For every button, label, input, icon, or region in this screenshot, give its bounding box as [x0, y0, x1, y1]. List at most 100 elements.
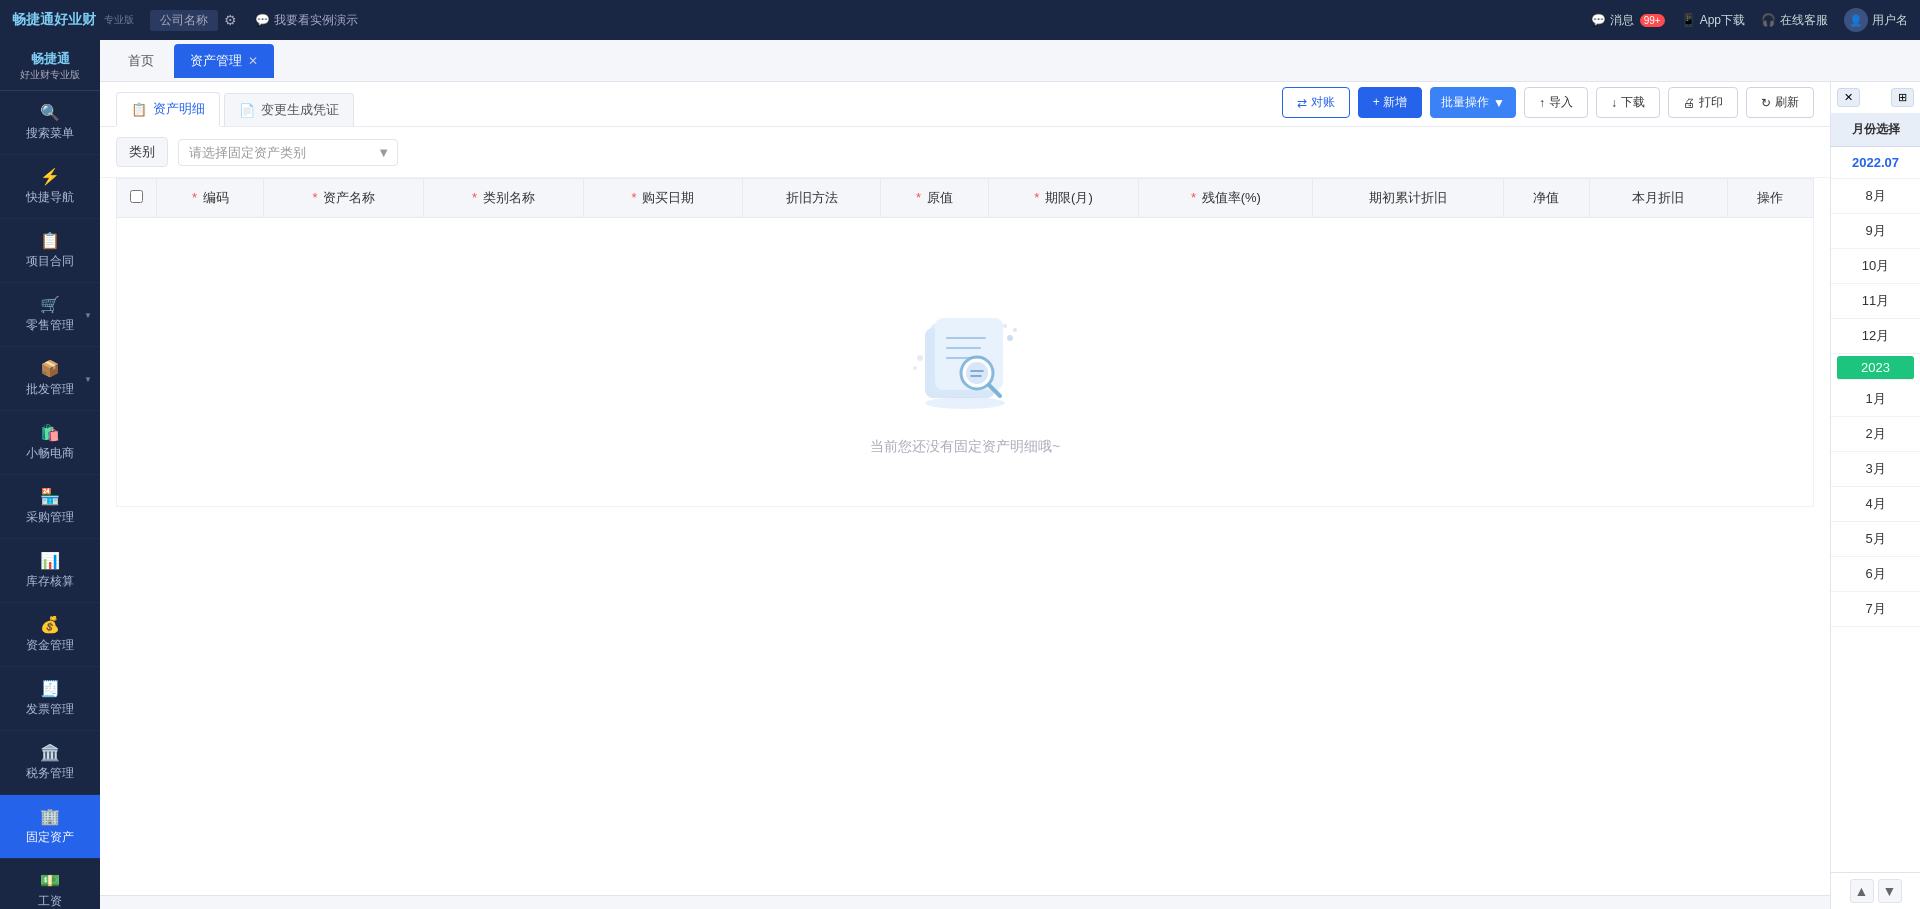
- asset-detail-icon: 📋: [131, 102, 147, 117]
- import-icon: ↑: [1539, 96, 1545, 110]
- main-panel: 📋 资产明细 📄 变更生成凭证 ⇄ 对账: [100, 82, 1830, 909]
- svg-point-0: [925, 397, 1005, 409]
- table-col-monthly-depreciation: 本月折旧: [1589, 179, 1727, 218]
- print-button[interactable]: 🖨 打印: [1668, 87, 1738, 118]
- demo-link[interactable]: 💬 我要看实例演示: [255, 12, 358, 29]
- online-service-btn[interactable]: 🎧 在线客服: [1761, 12, 1828, 29]
- quick-nav-icon: ⚡: [40, 167, 60, 186]
- sidebar-item-quick-nav[interactable]: ⚡ 快捷导航: [0, 155, 100, 219]
- change-voucher-icon: 📄: [239, 103, 255, 118]
- sidebar-item-fixed-assets[interactable]: 🏢 固定资产: [0, 795, 100, 859]
- table-wrapper: * 编码 * 资产名称 * 类别名称: [100, 178, 1830, 895]
- month-item-8[interactable]: 8月: [1831, 179, 1920, 214]
- select-all-checkbox[interactable]: [130, 190, 143, 203]
- month-item-4[interactable]: 4月: [1831, 487, 1920, 522]
- month-item-1[interactable]: 1月: [1831, 382, 1920, 417]
- message-badge: 99+: [1640, 14, 1665, 27]
- table-header-row: * 编码 * 资产名称 * 类别名称: [117, 179, 1814, 218]
- refresh-button[interactable]: ↻ 刷新: [1746, 87, 1814, 118]
- month-item-5[interactable]: 5月: [1831, 522, 1920, 557]
- content-area: 首页 资产管理 ✕ 📋 资产明细 📄: [100, 40, 1920, 909]
- import-button[interactable]: ↑ 导入: [1524, 87, 1588, 118]
- empty-text: 当前您还没有固定资产明细哦~: [870, 438, 1060, 456]
- sub-tab-asset-detail[interactable]: 📋 资产明细: [116, 92, 220, 127]
- batch-arrow-icon: ▼: [1493, 96, 1505, 110]
- settings-icon[interactable]: ⚙: [224, 12, 237, 28]
- add-button[interactable]: + 新增: [1358, 87, 1422, 118]
- bottom-scrollbar[interactable]: [100, 895, 1830, 909]
- batch-ops-button[interactable]: 批量操作 ▼: [1430, 87, 1516, 118]
- user-avatar[interactable]: 👤 用户名: [1844, 8, 1908, 32]
- page-content: 📋 资产明细 📄 变更生成凭证 ⇄ 对账: [100, 82, 1920, 909]
- table-col-net-value: 净值: [1503, 179, 1589, 218]
- table-col-operation: 操作: [1727, 179, 1813, 218]
- category-select[interactable]: 请选择固定资产类别 房屋建筑物 机器设备 运输工具 电子设备 其他: [178, 139, 398, 166]
- month-item-12[interactable]: 12月: [1831, 319, 1920, 354]
- retail-icon: 🛒: [40, 295, 60, 314]
- refresh-icon: ↻: [1761, 96, 1771, 110]
- sidebar-item-project[interactable]: 📋 项目合同: [0, 219, 100, 283]
- message-icon: 💬: [1591, 13, 1606, 27]
- month-item-11[interactable]: 11月: [1831, 284, 1920, 319]
- sub-tab-toolbar: 📋 资产明细 📄 变更生成凭证 ⇄ 对账: [100, 82, 1830, 127]
- sub-tab-change-voucher[interactable]: 📄 变更生成凭证: [224, 93, 354, 126]
- reconcile-icon: ⇄: [1297, 96, 1307, 110]
- download-icon: ↓: [1611, 96, 1617, 110]
- month-picker-header: 月份选择: [1831, 113, 1920, 147]
- inventory-icon: 📊: [40, 551, 60, 570]
- table-col-period-months: * 期限(月): [988, 179, 1139, 218]
- panel-close-btn[interactable]: ✕: [1837, 88, 1860, 107]
- tab-close-icon[interactable]: ✕: [248, 54, 258, 68]
- download-button[interactable]: ↓ 下载: [1596, 87, 1660, 118]
- download-icon: 📱: [1681, 13, 1696, 27]
- month-item-year-2023[interactable]: 2023: [1837, 356, 1914, 380]
- reconcile-button[interactable]: ⇄ 对账: [1282, 87, 1350, 118]
- sidebar-item-purchase[interactable]: 🏪 采购管理: [0, 475, 100, 539]
- svg-point-13: [1013, 328, 1017, 332]
- month-item-2[interactable]: 2月: [1831, 417, 1920, 452]
- sidebar-item-inventory[interactable]: 📊 库存核算: [0, 539, 100, 603]
- tab-home[interactable]: 首页: [112, 44, 170, 78]
- sidebar-item-tax[interactable]: 🏛️ 税务管理: [0, 731, 100, 795]
- sidebar-item-retail[interactable]: 🛒 零售管理: [0, 283, 100, 347]
- sidebar-item-invoice[interactable]: 🧾 发票管理: [0, 667, 100, 731]
- svg-point-8: [966, 362, 988, 384]
- month-prev-btn[interactable]: ▲: [1850, 879, 1874, 903]
- month-item-9[interactable]: 9月: [1831, 214, 1920, 249]
- month-item-6[interactable]: 6月: [1831, 557, 1920, 592]
- sidebar-item-search[interactable]: 🔍 搜索菜单: [0, 91, 100, 155]
- panel-expand-btn[interactable]: ⊞: [1891, 88, 1914, 107]
- month-list: 2022.07 8月 9月 10月 11月 12月 2023 1月 2月 3月 …: [1831, 147, 1920, 872]
- tab-asset-mgmt[interactable]: 资产管理 ✕: [174, 44, 274, 78]
- logo-title: 畅捷通: [8, 50, 92, 68]
- month-item-7[interactable]: 7月: [1831, 592, 1920, 627]
- table-col-category-name: * 类别名称: [423, 179, 583, 218]
- app-download-btn[interactable]: 📱 App下载: [1681, 12, 1745, 29]
- sidebar-item-wholesale[interactable]: 📦 批发管理: [0, 347, 100, 411]
- month-next-btn[interactable]: ▼: [1878, 879, 1902, 903]
- empty-state-cell: 当前您还没有固定资产明细哦~: [117, 218, 1814, 507]
- table-col-asset-name: * 资产名称: [264, 179, 424, 218]
- month-item-current-year[interactable]: 2022.07: [1831, 147, 1920, 179]
- month-item-3[interactable]: 3月: [1831, 452, 1920, 487]
- tax-icon: 🏛️: [40, 743, 60, 762]
- month-item-10[interactable]: 10月: [1831, 249, 1920, 284]
- month-picker-nav: ▲ ▼: [1831, 872, 1920, 909]
- table-col-purchase-date: * 购买日期: [583, 179, 743, 218]
- svg-point-15: [917, 355, 923, 361]
- month-picker-panel: ✕ ⊞ 月份选择 2022.07 8月 9月 10月 11月 12月 20: [1830, 82, 1920, 909]
- project-icon: 📋: [40, 231, 60, 250]
- sidebar-item-ecommerce[interactable]: 🛍️ 小畅电商: [0, 411, 100, 475]
- empty-illustration: [905, 308, 1025, 418]
- table-col-code: * 编码: [157, 179, 264, 218]
- sidebar-item-salary[interactable]: 💵 工资: [0, 859, 100, 909]
- company-name[interactable]: 公司名称: [150, 10, 218, 31]
- top-bar-right: 💬 消息 99+ 📱 App下载 🎧 在线客服 👤 用户名: [1591, 8, 1908, 32]
- table-col-checkbox: [117, 179, 157, 218]
- ecommerce-icon: 🛍️: [40, 423, 60, 442]
- fixed-assets-icon: 🏢: [40, 807, 60, 826]
- table-col-depreciation-method: 折旧方法: [743, 179, 881, 218]
- message-btn[interactable]: 💬 消息 99+: [1591, 12, 1665, 29]
- sidebar-item-finance[interactable]: 💰 资金管理: [0, 603, 100, 667]
- category-filter-wrapper[interactable]: 请选择固定资产类别 房屋建筑物 机器设备 运输工具 电子设备 其他 ▼: [178, 139, 398, 166]
